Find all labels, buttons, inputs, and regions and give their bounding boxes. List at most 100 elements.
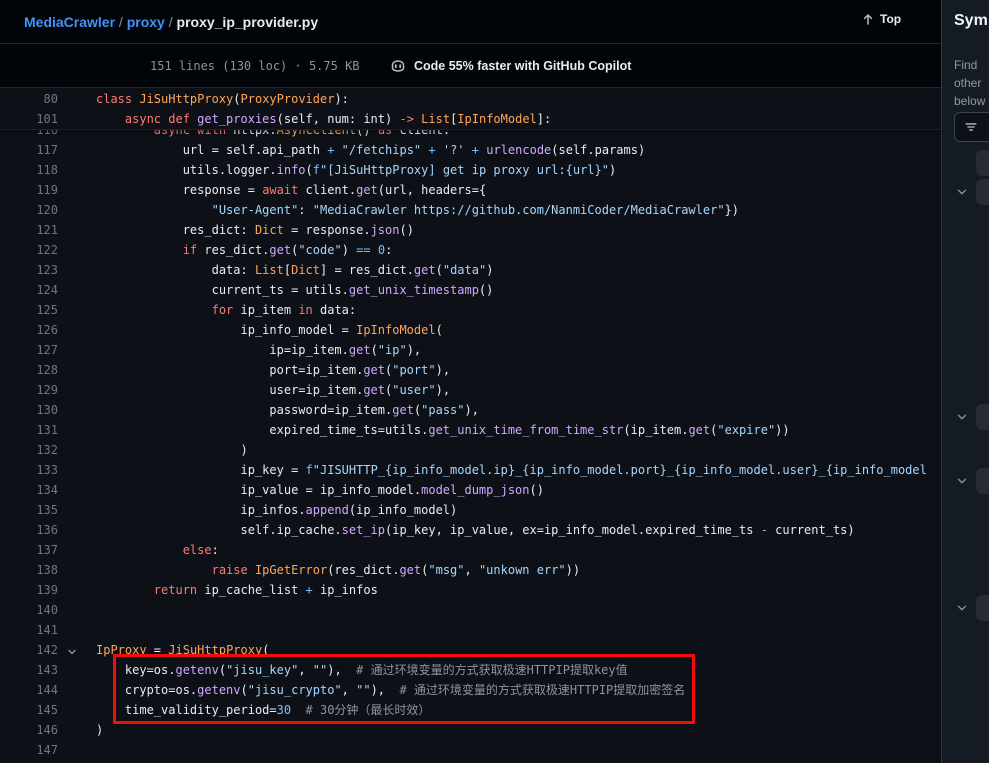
code-text: crypto=os.getenv("jisu_crypto", ""), # 通… <box>96 680 685 700</box>
line-number[interactable]: 141 <box>0 620 58 640</box>
code-line-126: 126 ip_info_model = IpInfoModel( <box>0 320 941 340</box>
code-text: async def get_proxies(self, num: int) ->… <box>96 109 551 129</box>
line-number[interactable]: 131 <box>0 420 58 440</box>
line-number[interactable]: 121 <box>0 220 58 240</box>
symbol-item[interactable] <box>976 179 989 205</box>
code-text: ip_value = ip_info_model.model_dump_json… <box>96 480 544 500</box>
code-line-133: 133 ip_key = f"JISUHTTP_{ip_info_model.i… <box>0 460 941 480</box>
line-number[interactable]: 126 <box>0 320 58 340</box>
line-number[interactable]: 119 <box>0 180 58 200</box>
code-text: return ip_cache_list + ip_infos <box>96 580 378 600</box>
chevron-down-icon[interactable] <box>955 410 969 424</box>
line-number[interactable]: 123 <box>0 260 58 280</box>
code-text: ip_key = f"JISUHTTP_{ip_info_model.ip}_{… <box>96 460 927 480</box>
code-toolbar: Code Blame 151 lines (130 loc) · 5.75 KB… <box>0 44 941 88</box>
line-number[interactable]: 138 <box>0 560 58 580</box>
line-number[interactable]: 120 <box>0 200 58 220</box>
breadcrumb-repo-link[interactable]: MediaCrawler <box>24 14 115 30</box>
code-text: password=ip_item.get("pass"), <box>96 400 479 420</box>
line-number[interactable]: 101 <box>0 109 58 129</box>
code-line-144: 144 crypto=os.getenv("jisu_crypto", ""),… <box>0 680 941 700</box>
breadcrumb-folder-link[interactable]: proxy <box>127 14 165 30</box>
code-line-145: 145 time_validity_period=30 # 30分钟（最长时效） <box>0 700 941 720</box>
line-number[interactable]: 147 <box>0 740 58 760</box>
symbols-panel-description: other <box>954 76 989 90</box>
code-text: IpProxy = JiSuHttpProxy( <box>96 640 269 660</box>
code-line-136: 136 self.ip_cache.set_ip(ip_key, ip_valu… <box>0 520 941 540</box>
code-text: current_ts = utils.get_unix_timestamp() <box>96 280 493 300</box>
sticky-context-lines: 80class JiSuHttpProxy(ProxyProvider):101… <box>0 88 941 130</box>
code-line-147: 147 <box>0 740 941 760</box>
code-line-121: 121 res_dict: Dict = response.json() <box>0 220 941 240</box>
line-number[interactable]: 146 <box>0 720 58 740</box>
code-text: port=ip_item.get("port"), <box>96 360 450 380</box>
code-line-140: 140 <box>0 600 941 620</box>
line-number[interactable]: 133 <box>0 460 58 480</box>
filter-icon <box>964 120 978 134</box>
code-text: utils.logger.info(f"[JiSuHttpProxy] get … <box>96 160 616 180</box>
code-text: key=os.getenv("jisu_key", ""), # 通过环境变量的… <box>96 660 628 680</box>
chevron-down-icon[interactable] <box>955 601 969 615</box>
code-line-124: 124 current_ts = utils.get_unix_timestam… <box>0 280 941 300</box>
copilot-banner[interactable]: Code 55% faster with GitHub Copilot <box>390 44 631 88</box>
breadcrumb-separator: / <box>165 14 177 30</box>
code-line-120: 120 "User-Agent": "MediaCrawler https://… <box>0 200 941 220</box>
code-text: res_dict: Dict = response.json() <box>96 220 414 240</box>
line-number[interactable]: 139 <box>0 580 58 600</box>
line-number[interactable]: 129 <box>0 380 58 400</box>
code-text: time_validity_period=30 # 30分钟（最长时效） <box>96 700 430 720</box>
line-number[interactable]: 136 <box>0 520 58 540</box>
code-line-131: 131 expired_time_ts=utils.get_unix_time_… <box>0 420 941 440</box>
code-line-141: 141 <box>0 620 941 640</box>
symbols-filter-input[interactable] <box>954 112 989 142</box>
line-number[interactable]: 80 <box>0 89 58 109</box>
code-line-101: 101 async def get_proxies(self, num: int… <box>0 109 941 129</box>
chevron-down-icon[interactable] <box>955 474 969 488</box>
code-text: ip=ip_item.get("ip"), <box>96 340 421 360</box>
code-text: self.ip_cache.set_ip(ip_key, ip_value, e… <box>96 520 855 540</box>
line-number[interactable]: 132 <box>0 440 58 460</box>
file-header-bar: MediaCrawler / proxy / proxy_ip_provider… <box>0 0 941 44</box>
symbols-panel-description: below <box>954 94 989 108</box>
symbol-item[interactable] <box>976 468 989 494</box>
breadcrumb-file-name: proxy_ip_provider.py <box>177 14 319 30</box>
line-number[interactable]: 128 <box>0 360 58 380</box>
line-number[interactable]: 137 <box>0 540 58 560</box>
code-line-80: 80 class JiSuHttpProxy(ProxyProvider): <box>0 89 941 109</box>
code-text: if res_dict.get("code") == 0: <box>96 240 392 260</box>
code-line-127: 127 ip=ip_item.get("ip"), <box>0 340 941 360</box>
symbol-item[interactable] <box>976 150 989 176</box>
code-line-139: 139 return ip_cache_list + ip_infos <box>0 580 941 600</box>
line-number[interactable]: 145 <box>0 700 58 720</box>
code-line-142: 142 IpProxy = JiSuHttpProxy( <box>0 640 941 660</box>
arrow-up-icon <box>862 13 874 26</box>
copilot-icon <box>390 58 406 74</box>
line-number[interactable]: 125 <box>0 300 58 320</box>
code-viewer: 116 async with httpx.AsyncClient() as cl… <box>0 88 941 763</box>
line-number[interactable]: 124 <box>0 280 58 300</box>
line-number[interactable]: 134 <box>0 480 58 500</box>
code-text: class JiSuHttpProxy(ProxyProvider): <box>96 89 349 109</box>
back-to-top-link[interactable]: Top <box>862 12 901 26</box>
line-number[interactable]: 140 <box>0 600 58 620</box>
code-line-125: 125 for ip_item in data: <box>0 300 941 320</box>
line-number[interactable]: 117 <box>0 140 58 160</box>
file-meta-info: 151 lines (130 loc) · 5.75 KB <box>150 44 360 88</box>
top-link-label: Top <box>880 12 901 26</box>
chevron-down-icon[interactable] <box>955 185 969 199</box>
line-number[interactable]: 118 <box>0 160 58 180</box>
symbols-panel: Sym Find other below <box>941 0 989 763</box>
line-number[interactable]: 127 <box>0 340 58 360</box>
code-text: expired_time_ts=utils.get_unix_time_from… <box>96 420 790 440</box>
line-number[interactable]: 144 <box>0 680 58 700</box>
line-number[interactable]: 143 <box>0 660 58 680</box>
code-line-132: 132 ) <box>0 440 941 460</box>
symbol-item[interactable] <box>976 404 989 430</box>
code-text: data: List[Dict] = res_dict.get("data") <box>96 260 493 280</box>
line-number[interactable]: 130 <box>0 400 58 420</box>
symbol-item[interactable] <box>976 595 989 621</box>
code-text: ) <box>96 440 248 460</box>
line-number[interactable]: 135 <box>0 500 58 520</box>
line-number[interactable]: 122 <box>0 240 58 260</box>
line-number[interactable]: 142 <box>0 640 58 660</box>
